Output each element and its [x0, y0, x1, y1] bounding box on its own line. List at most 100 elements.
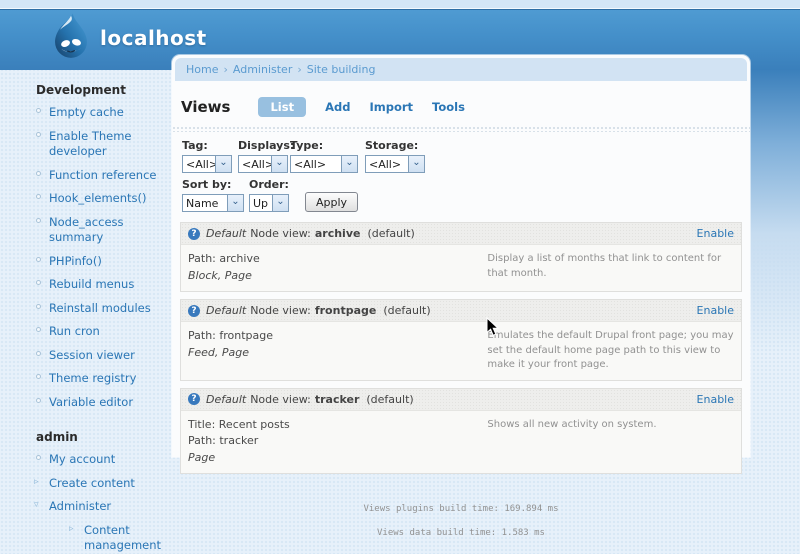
view-row-tracker: ? Default Node view: tracker (default) E… [180, 387, 742, 474]
expanded-arrow-icon[interactable]: ▿ [34, 499, 39, 511]
sidebar-item-create-content[interactable]: ▹ Create content [34, 476, 158, 492]
tab-list[interactable]: List [258, 97, 307, 117]
apply-button[interactable]: Apply [305, 192, 359, 212]
sidebar-item-my-account[interactable]: My account [36, 452, 158, 468]
view-name: frontpage [314, 304, 377, 317]
circle-bullet-icon [36, 194, 41, 200]
view-kind-label: Node view: [250, 227, 311, 240]
view-title: Title: Recent posts [188, 417, 290, 431]
help-icon[interactable]: ? [188, 227, 200, 240]
enable-link[interactable]: Enable [697, 393, 734, 406]
drupal-logo-icon [55, 13, 87, 58]
view-details: Path: archive Block, Page [188, 251, 487, 284]
chevron-down-icon: ⌄ [272, 195, 288, 211]
top-strip [0, 0, 800, 9]
filter-sort-by: Sort by: Name ⌄ [182, 178, 244, 212]
circle-bullet-icon [36, 256, 41, 262]
dotted-separator [172, 126, 750, 132]
site-name[interactable]: localhost [100, 26, 207, 50]
circle-bullet-icon [36, 455, 41, 461]
enable-link[interactable]: Enable [697, 227, 734, 240]
chevron-down-icon: ⌄ [271, 156, 287, 172]
filter-displays-label: Displays: [238, 139, 295, 152]
view-kind-label: Node view: [250, 304, 311, 317]
views-filters: Tag: <All> ⌄ Displays: <All> ⌄ Type: <All>… [182, 139, 742, 212]
view-name: archive [314, 227, 361, 240]
sidebar: Development Empty cache Enable Theme dev… [0, 69, 172, 552]
circle-bullet-icon [36, 217, 41, 223]
filter-tag: Tag: <All> ⌄ [182, 139, 232, 173]
enable-link[interactable]: Enable [697, 304, 734, 317]
filter-order-label: Order: [249, 178, 289, 191]
displays-select[interactable]: <All> ⌄ [238, 155, 288, 173]
filter-order: Order: Up ⌄ [249, 178, 289, 212]
sidebar-item-theme-registry[interactable]: Theme registry [36, 371, 158, 387]
order-select[interactable]: Up ⌄ [249, 194, 289, 212]
collapsed-arrow-icon[interactable]: ▹ [69, 523, 74, 535]
breadcrumb: Home › Administer › Site building [175, 58, 747, 81]
breadcrumb-link-site-building[interactable]: Site building [307, 63, 376, 76]
view-details: Title: Recent posts Path: tracker Page [188, 417, 487, 467]
view-description: Shows all new activity on system. [487, 418, 657, 430]
view-path: Path: archive [188, 252, 260, 265]
help-icon[interactable]: ? [188, 393, 200, 405]
sidebar-item-run-cron[interactable]: Run cron [36, 324, 158, 340]
circle-bullet-icon [36, 397, 41, 403]
circle-bullet-icon [36, 327, 41, 333]
filter-tag-label: Tag: [182, 139, 208, 152]
plugins-build-time: Views plugins build time: 169.894 ms [363, 504, 559, 514]
sidebar-item-hook-elements[interactable]: Hook_elements() [36, 191, 158, 207]
view-suffix: (default) [383, 304, 431, 317]
view-row-archive: ? Default Node view: archive (default) E… [180, 222, 742, 292]
sidebar-item-rebuild-menus[interactable]: Rebuild menus [36, 277, 158, 293]
breadcrumb-link-administer[interactable]: Administer [233, 63, 292, 76]
build-times: Views plugins build time: 169.894 ms Vie… [180, 504, 742, 538]
tab-tools[interactable]: Tools [432, 100, 465, 114]
view-row-header: ? Default Node view: frontpage (default)… [181, 300, 741, 322]
background-gradient [748, 69, 800, 369]
sidebar-section-title: Development [36, 83, 126, 97]
sidebar-item-administer[interactable]: ▿ Administer ▹ Content management [34, 499, 161, 554]
tag-select[interactable]: <All> ⌄ [182, 155, 232, 173]
sidebar-item-variable-editor[interactable]: Variable editor [36, 395, 158, 411]
mouse-cursor [486, 317, 499, 336]
page-title: Views [181, 98, 231, 116]
view-type-label: Default [206, 392, 247, 406]
view-suffix: (default) [367, 227, 415, 240]
view-row-header: ? Default Node view: tracker (default) E… [181, 388, 741, 411]
sidebar-item-phpinfo[interactable]: PHPinfo() [36, 254, 158, 270]
type-select[interactable]: <All> ⌄ [290, 155, 358, 173]
circle-bullet-icon [36, 303, 41, 309]
breadcrumb-link-home[interactable]: Home [186, 63, 218, 76]
sort-by-select[interactable]: Name ⌄ [182, 194, 244, 212]
view-name: tracker [314, 392, 360, 406]
view-kind-label: Node view: [250, 392, 311, 406]
circle-bullet-icon [36, 131, 41, 137]
tab-import[interactable]: Import [369, 100, 413, 114]
view-suffix: (default) [366, 392, 414, 406]
sidebar-section-title: admin [36, 430, 78, 445]
sidebar-item-reinstall-modules[interactable]: Reinstall modules [36, 301, 158, 317]
view-displays: Page [188, 450, 216, 464]
view-path: Path: tracker [188, 434, 259, 447]
sidebar-item-session-viewer[interactable]: Session viewer [36, 348, 158, 364]
breadcrumb-separator: › [297, 63, 302, 76]
sidebar-item-function-reference[interactable]: Function reference [36, 168, 158, 184]
view-type-label: Default [206, 227, 247, 240]
filter-displays: Displays: <All> ⌄ [238, 139, 295, 173]
collapsed-arrow-icon[interactable]: ▹ [34, 476, 39, 488]
view-row-header: ? Default Node view: archive (default) E… [181, 223, 741, 245]
storage-select[interactable]: <All> ⌄ [365, 155, 425, 173]
sidebar-item-node-access-summary[interactable]: Node_access summary [36, 215, 158, 246]
tab-add[interactable]: Add [325, 100, 350, 114]
circle-bullet-icon [36, 108, 41, 113]
view-details: Path: frontpage Feed, Page [188, 328, 487, 373]
help-icon[interactable]: ? [188, 304, 200, 317]
sidebar-item-enable-theme-developer[interactable]: Enable Theme developer [36, 129, 158, 160]
view-displays: Feed, Page [188, 345, 249, 359]
sidebar-item-empty-cache[interactable]: Empty cache [36, 105, 158, 121]
view-displays: Block, Page [188, 268, 252, 282]
sidebar-section-admin: admin My account ▹ Create content ▿ Admini… [34, 430, 172, 554]
filter-storage-label: Storage: [365, 139, 419, 152]
filter-storage: Storage: <All> ⌄ [365, 139, 425, 173]
